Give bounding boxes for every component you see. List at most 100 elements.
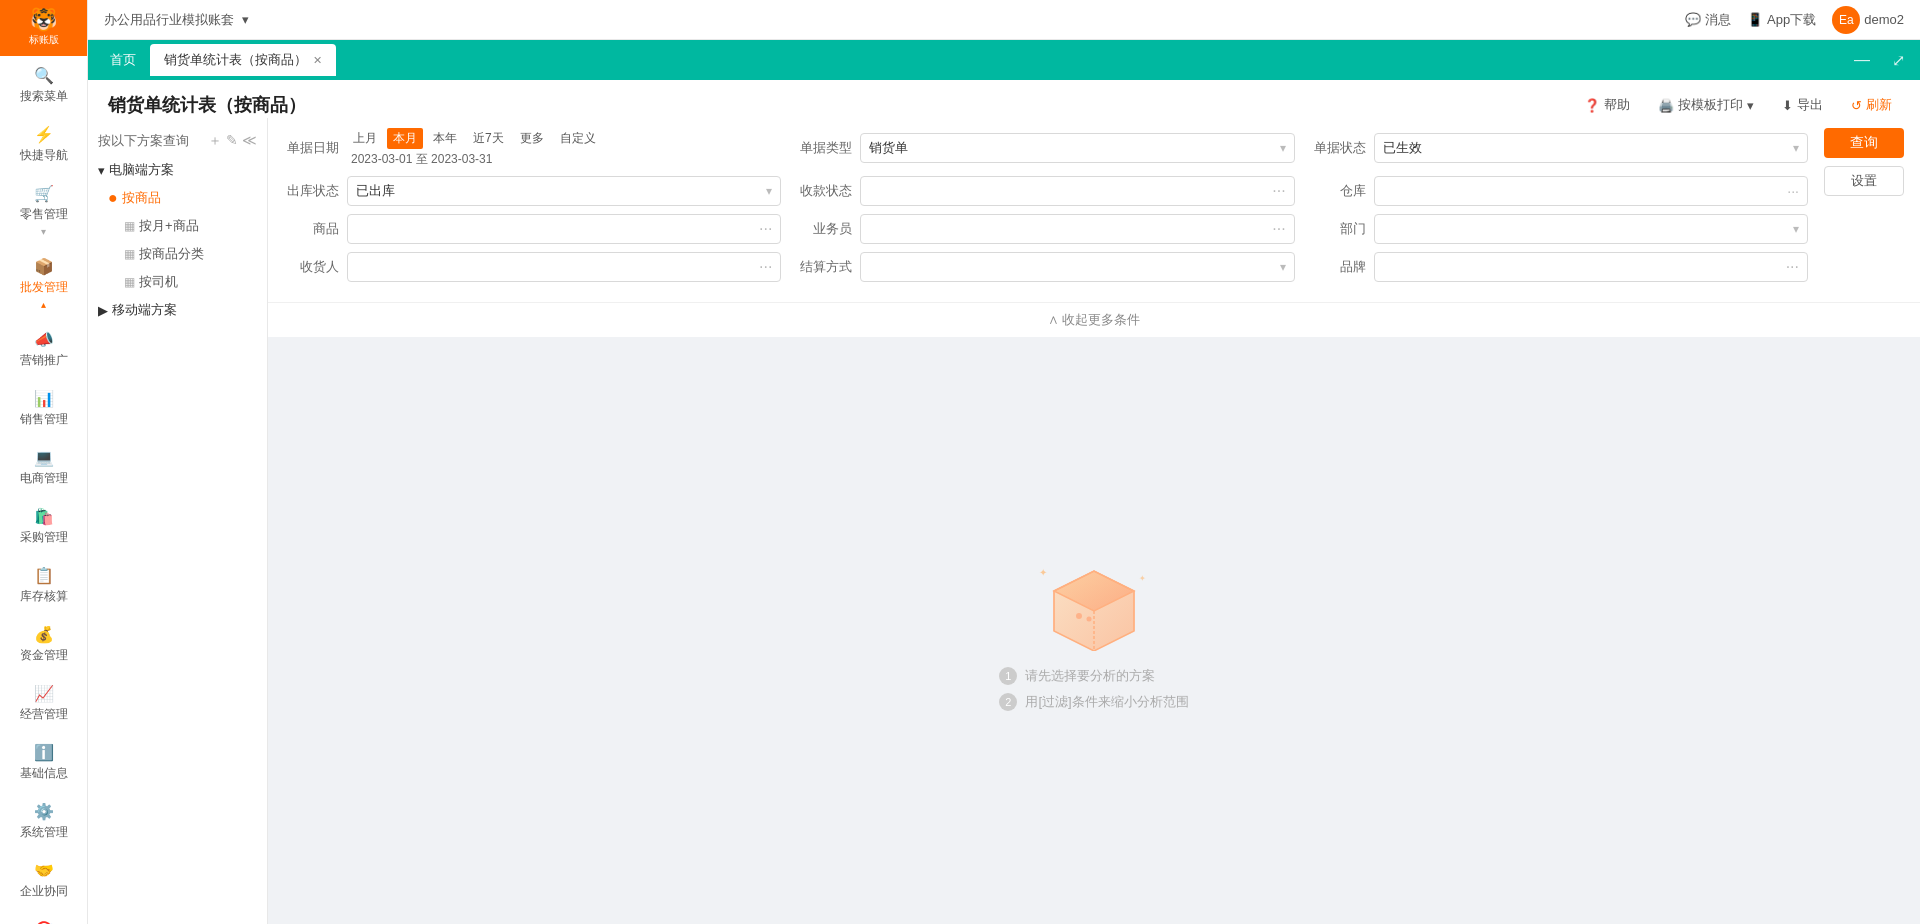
out-status-select[interactable]: 已出库 ▾ [347, 176, 781, 206]
svg-text:·: · [1129, 630, 1131, 637]
staff-select[interactable] [860, 214, 1294, 244]
sidebar-item-inventory[interactable]: 📋 库存核算 [0, 556, 87, 615]
tree-item-by-driver-label: 按司机 [139, 273, 178, 291]
collection-select[interactable] [860, 176, 1294, 206]
tree-item-by-month-goods[interactable]: ▦ 按月+商品 [88, 212, 267, 240]
brand-label: 品牌 [1311, 258, 1366, 276]
filter-row-1-grid: 单据日期 上月 本月 本年 近7天 更多 自定义 [284, 128, 1808, 168]
tab-sales-stats-label: 销货单统计表（按商品） [164, 51, 307, 69]
export-btn[interactable]: ⬇ 导出 [1774, 92, 1831, 118]
add-scheme-btn[interactable]: ＋ [208, 132, 222, 150]
sidebar-item-newbie[interactable]: 🎯 新手引导 [0, 910, 87, 924]
tab-close-icon[interactable]: ✕ [313, 54, 322, 67]
avatar: Ea [1832, 6, 1860, 34]
tab-home[interactable]: 首页 [96, 44, 150, 76]
refresh-btn[interactable]: ↺ 刷新 [1843, 92, 1900, 118]
type-field-label: 单据类型 [797, 139, 852, 157]
app-name: 办公用品行业模拟账套 [104, 11, 234, 29]
user-area[interactable]: Ea demo2 [1832, 6, 1904, 34]
tree-item-by-goods[interactable]: ● 按商品 [88, 184, 267, 212]
dept-dropdown-icon: ▾ [1793, 222, 1799, 236]
sidebar-item-marketing[interactable]: 📣 营销推广 [0, 320, 87, 379]
empty-illustration: ✦ ✦ · [1034, 551, 1154, 651]
sidebar-item-system[interactable]: ⚙️ 系统管理 [0, 792, 87, 851]
warehouse-select[interactable]: ··· [1374, 176, 1808, 206]
app-name-area[interactable]: 办公用品行业模拟账套 ▾ [104, 11, 249, 29]
status-select[interactable]: 已生效 ▾ [1374, 133, 1808, 163]
sidebar-item-quick-nav[interactable]: ⚡ 快捷导航 [0, 115, 87, 174]
refresh-label: 刷新 [1866, 96, 1892, 114]
date-btn-custom[interactable]: 自定义 [554, 128, 602, 149]
status-dropdown-icon: ▾ [1793, 141, 1799, 155]
empty-tips: 1 请先选择要分析的方案 2 用[过滤]条件来缩小分析范围 [999, 667, 1188, 711]
dept-label: 部门 [1311, 220, 1366, 238]
sidebar-item-finance-label: 资金管理 [20, 647, 68, 664]
sidebar-item-finance[interactable]: 💰 资金管理 [0, 615, 87, 674]
left-panel-header: 按以下方案查询 ＋ ✎ ≪ [88, 126, 267, 156]
brand-select[interactable] [1374, 252, 1808, 282]
setup-button[interactable]: 设置 [1824, 166, 1904, 196]
tree-item-icon-1: ▦ [124, 219, 135, 233]
sidebar-item-sales-label: 销售管理 [20, 411, 68, 428]
left-panel-title: 按以下方案查询 [98, 132, 189, 150]
sidebar-item-basic-info[interactable]: ℹ️ 基础信息 [0, 733, 87, 792]
sidebar-item-sales[interactable]: 📊 销售管理 [0, 379, 87, 438]
sidebar-item-purchase[interactable]: 🛍️ 采购管理 [0, 497, 87, 556]
collapse-label: ∧ 收起更多条件 [1048, 312, 1141, 327]
payment-label: 结算方式 [797, 258, 852, 276]
dept-select[interactable]: ▾ [1374, 214, 1808, 244]
tree-group-mobile[interactable]: ▶ 移动端方案 [88, 296, 267, 324]
print-dropdown-icon: ▾ [1747, 98, 1754, 113]
sidebar-item-search[interactable]: 🔍 搜索菜单 [0, 56, 87, 115]
filter-container: 单据日期 上月 本月 本年 近7天 更多 自定义 [268, 118, 1920, 302]
status-field-label: 单据状态 [1311, 139, 1366, 157]
date-quick-btns: 上月 本月 本年 近7天 更多 自定义 [347, 128, 781, 149]
app-download-label: App下载 [1767, 11, 1816, 29]
minimize-btn[interactable]: — [1848, 46, 1876, 74]
export-label: 导出 [1797, 96, 1823, 114]
filter-dept-field: 部门 ▾ [1311, 214, 1808, 244]
tree-item-by-driver[interactable]: ▦ 按司机 [88, 268, 267, 296]
sidebar-item-system-label: 系统管理 [20, 824, 68, 841]
tip-num-1: 1 [999, 667, 1017, 685]
filter-type-field: 单据类型 销货单 ▾ [797, 128, 1294, 168]
message-btn[interactable]: 💬 消息 [1685, 11, 1731, 29]
type-select[interactable]: 销货单 ▾ [860, 133, 1294, 163]
print-btn[interactable]: 🖨️ 按模板打印 ▾ [1650, 92, 1762, 118]
maximize-btn[interactable]: ⤢ [1884, 46, 1912, 74]
collapse-bar[interactable]: ∧ 收起更多条件 [268, 302, 1920, 337]
date-btn-7days[interactable]: 近7天 [467, 128, 510, 149]
retail-arrow-icon: ▾ [41, 226, 46, 237]
help-icon: ❓ [1584, 98, 1600, 113]
sidebar-item-retail[interactable]: 🛒 零售管理 ▾ [0, 174, 87, 247]
goods-select[interactable] [347, 214, 781, 244]
message-label: 消息 [1705, 11, 1731, 29]
sidebar-item-operations[interactable]: 📈 经营管理 [0, 674, 87, 733]
sidebar-item-wholesale[interactable]: 📦 批发管理 ▴ [0, 247, 87, 320]
date-btn-this-year[interactable]: 本年 [427, 128, 463, 149]
receiver-select[interactable] [347, 252, 781, 282]
collapse-panel-btn[interactable]: ≪ [242, 132, 257, 150]
tree-item-by-category[interactable]: ▦ 按商品分类 [88, 240, 267, 268]
date-btn-more[interactable]: 更多 [514, 128, 550, 149]
tree-item-by-goods-label: 按商品 [122, 189, 161, 207]
tree-item-icon-3: ▦ [124, 275, 135, 289]
query-button[interactable]: 查询 [1824, 128, 1904, 158]
date-btn-last-month[interactable]: 上月 [347, 128, 383, 149]
sidebar-item-basic-info-label: 基础信息 [20, 765, 68, 782]
status-value: 已生效 [1383, 139, 1422, 157]
edit-scheme-btn[interactable]: ✎ [226, 132, 238, 150]
tree-group-desktop[interactable]: ▾ 电脑端方案 [88, 156, 267, 184]
payment-select[interactable]: ▾ [860, 252, 1294, 282]
tab-sales-stats[interactable]: 销货单统计表（按商品） ✕ [150, 44, 336, 76]
sidebar-item-ecommerce-label: 电商管理 [20, 470, 68, 487]
sidebar-item-ecommerce[interactable]: 💻 电商管理 [0, 438, 87, 497]
date-btn-this-month[interactable]: 本月 [387, 128, 423, 149]
app-download-btn[interactable]: 📱 App下载 [1747, 11, 1816, 29]
filter-row-4-grid: 收货人 结算方式 ▾ [284, 252, 1808, 282]
tree-item-icon-2: ▦ [124, 247, 135, 261]
warehouse-label: 仓库 [1311, 182, 1366, 200]
help-btn[interactable]: ❓ 帮助 [1576, 92, 1638, 118]
operations-icon: 📈 [34, 684, 54, 703]
sidebar-item-enterprise[interactable]: 🤝 企业协同 [0, 851, 87, 910]
